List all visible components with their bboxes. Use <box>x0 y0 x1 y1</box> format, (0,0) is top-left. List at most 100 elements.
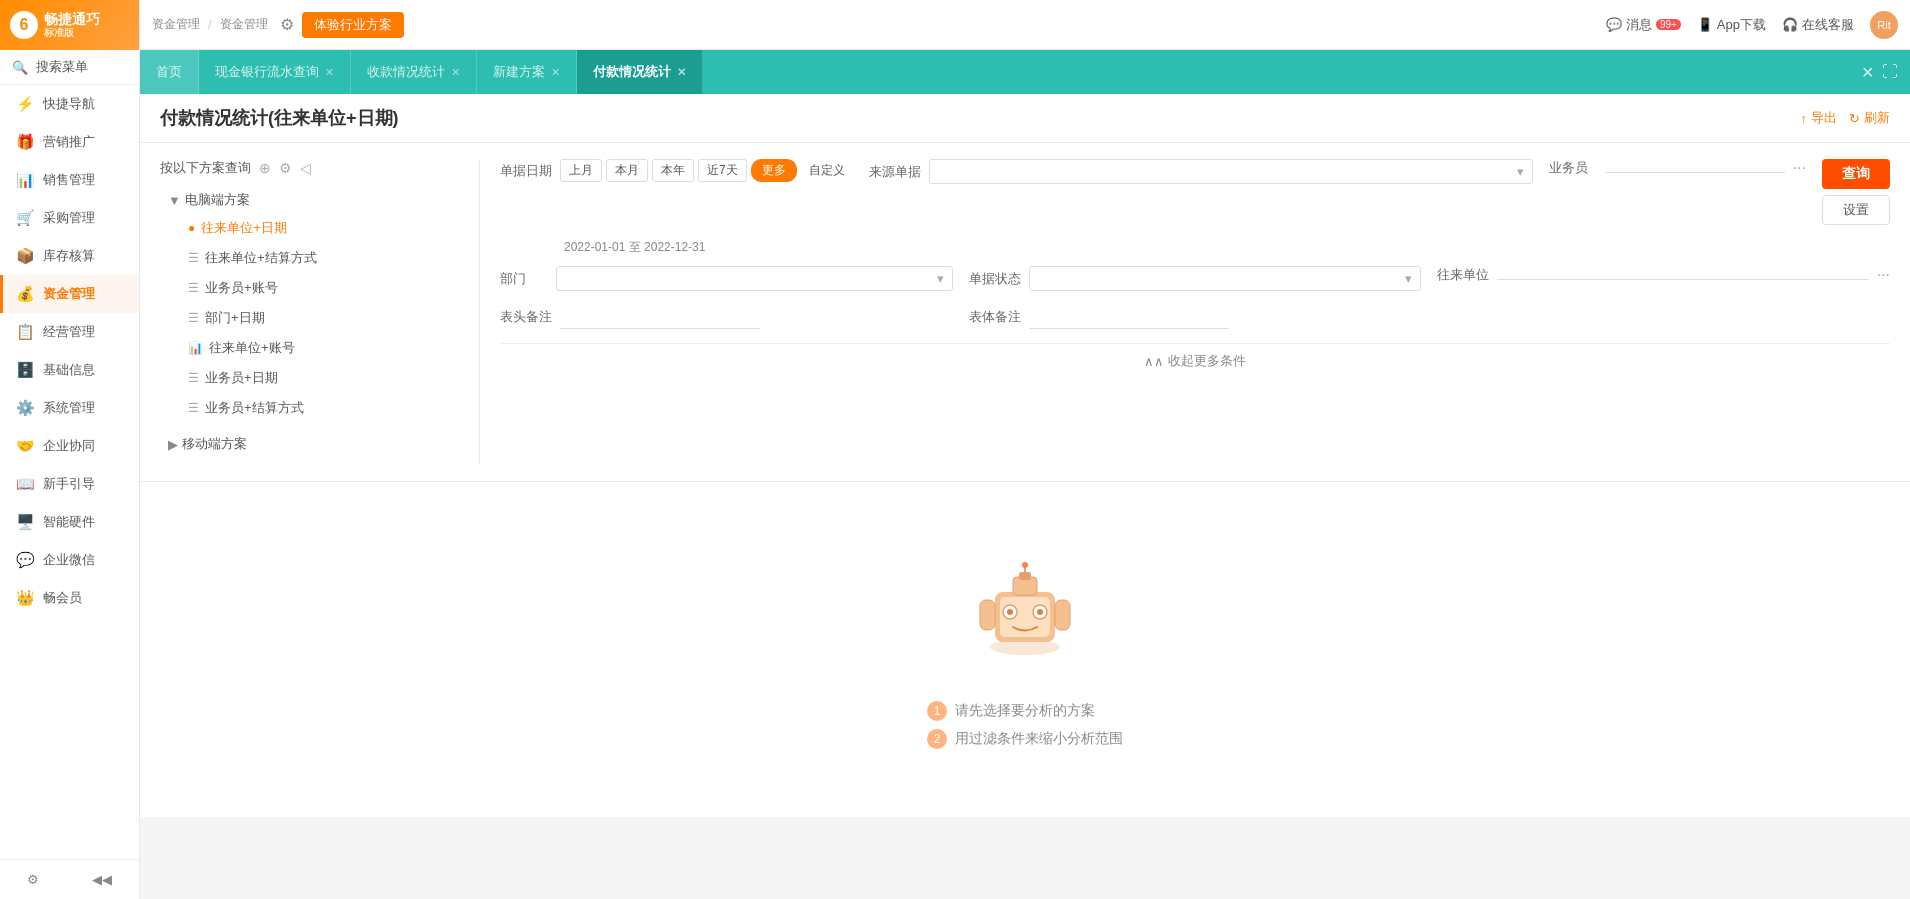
tab-receipt-stat[interactable]: 收款情况统计 ✕ <box>351 50 477 94</box>
table-header-note-input[interactable] <box>560 305 760 329</box>
sidebar-item-member[interactable]: 👑 畅会员 <box>0 579 139 617</box>
service-btn[interactable]: 🎧 在线客服 <box>1782 16 1854 34</box>
dept-field: 部门 ▾ <box>500 266 953 291</box>
scheme-label: 往来单位+日期 <box>201 219 287 237</box>
tab-receipt-stat-close[interactable]: ✕ <box>451 66 460 79</box>
scheme-chart-icon: 📊 <box>188 341 203 355</box>
collapse-more-btn[interactable]: ∧∧ 收起更多条件 <box>500 343 1890 378</box>
page-header: 付款情况统计(往来单位+日期) ↑ 导出 ↻ 刷新 <box>140 94 1910 143</box>
sidebar-collapse-btn[interactable]: ◀◀ <box>84 868 120 891</box>
filter-fields: 单据日期 上月 本月 本年 近7天 更多 自定义 来源单据 <box>480 159 1890 465</box>
tab-payment-stat[interactable]: 付款情况统计 ✕ <box>577 50 703 94</box>
scheme-item-staff-settle[interactable]: ☰ 业务员+结算方式 <box>160 393 463 423</box>
scheme-icon: ☰ <box>188 401 199 415</box>
sidebar-item-guide[interactable]: 📖 新手引导 <box>0 465 139 503</box>
source-doc-select[interactable]: ▾ <box>929 159 1533 184</box>
hint-item-1: 1 请先选择要分析的方案 <box>927 701 1123 721</box>
tab-new-scheme[interactable]: 新建方案 ✕ <box>477 50 577 94</box>
tab-bank-flow-close[interactable]: ✕ <box>325 66 334 79</box>
doc-status-select[interactable]: ▾ <box>1029 266 1422 291</box>
refresh-btn[interactable]: ↻ 刷新 <box>1849 109 1890 127</box>
date-buttons: 上月 本月 本年 近7天 更多 自定义 <box>560 159 853 182</box>
scheme-item-staff-date[interactable]: ☰ 业务员+日期 <box>160 363 463 393</box>
sidebar-item-hardware[interactable]: 🖥️ 智能硬件 <box>0 503 139 541</box>
desktop-group-arrow: ▼ <box>168 193 181 208</box>
staff-field: 业务员 ··· <box>1549 159 1806 177</box>
query-btn[interactable]: 查询 <box>1822 159 1890 189</box>
svg-rect-12 <box>1055 600 1070 630</box>
topbar-gear-icon[interactable]: ⚙ <box>280 15 294 34</box>
sidebar-item-purchase[interactable]: 🛒 采购管理 <box>0 199 139 237</box>
table-body-note-input[interactable] <box>1029 305 1229 329</box>
message-btn[interactable]: 💬 消息 99+ <box>1606 16 1681 34</box>
more-dates-btn[interactable]: 更多 <box>751 159 797 182</box>
dept-select-arrow: ▾ <box>937 271 944 286</box>
sidebar-item-system[interactable]: ⚙️ 系统管理 <box>0 389 139 427</box>
this-month-btn[interactable]: 本月 <box>606 159 648 182</box>
scheme-item-unit-account[interactable]: 📊 往来单位+账号 <box>160 333 463 363</box>
app-download-btn[interactable]: 📱 App下载 <box>1697 16 1766 34</box>
footer-settings-btn[interactable]: ⚙ <box>19 868 47 891</box>
scheme-label: 业务员+结算方式 <box>205 399 304 417</box>
quick-nav-icon: ⚡ <box>15 95 35 113</box>
sidebar-item-marketing[interactable]: 🎁 营销推广 <box>0 123 139 161</box>
scheme-label: 往来单位+账号 <box>209 339 295 357</box>
sidebar-item-label: 智能硬件 <box>43 513 95 531</box>
staff-dots[interactable]: ··· <box>1793 159 1806 177</box>
sidebar-item-label: 营销推广 <box>43 133 95 151</box>
empty-svg-icon <box>965 542 1085 662</box>
sidebar-item-label: 系统管理 <box>43 399 95 417</box>
scheme-item-dept-date[interactable]: ☰ 部门+日期 <box>160 303 463 333</box>
doc-status-label: 单据状态 <box>969 270 1021 288</box>
mobile-group-title[interactable]: ▶ 移动端方案 <box>160 431 463 457</box>
mobile-scheme-group: ▶ 移动端方案 <box>160 431 463 457</box>
filter-row-1: 单据日期 上月 本月 本年 近7天 更多 自定义 来源单据 <box>500 159 1890 225</box>
date-range-display: 2022-01-01 至 2022-12-31 <box>564 239 1890 256</box>
cooperation-icon: 🤝 <box>15 437 35 455</box>
close-all-tabs-btn[interactable]: ✕ <box>1861 63 1874 82</box>
message-icon: 💬 <box>1606 17 1622 32</box>
last-month-btn[interactable]: 上月 <box>560 159 602 182</box>
filter-row-2: 部门 ▾ 单据状态 ▾ <box>500 266 1890 291</box>
breadcrumb-sub: 资金管理 <box>220 16 268 33</box>
expand-tab-btn[interactable]: ⛶ <box>1882 63 1898 81</box>
sidebar-item-wechat[interactable]: 💬 企业微信 <box>0 541 139 579</box>
operation-icon: 📋 <box>15 323 35 341</box>
collapse-label: 收起更多条件 <box>1168 352 1246 370</box>
service-label: 在线客服 <box>1802 16 1854 34</box>
sidebar-item-cooperation[interactable]: 🤝 企业协同 <box>0 427 139 465</box>
trial-btn[interactable]: 体验行业方案 <box>302 12 404 38</box>
sidebar-item-basic[interactable]: 🗄️ 基础信息 <box>0 351 139 389</box>
sidebar-item-inventory[interactable]: 📦 库存核算 <box>0 237 139 275</box>
sidebar-item-operation[interactable]: 📋 经营管理 <box>0 313 139 351</box>
scheme-item-unit-date[interactable]: ● 往来单位+日期 <box>160 213 463 243</box>
filter-settings-btn[interactable]: 设置 <box>1822 195 1890 225</box>
user-avatar[interactable]: Rit <box>1870 11 1898 39</box>
scheme-item-unit-settle[interactable]: ☰ 往来单位+结算方式 <box>160 243 463 273</box>
tab-bank-flow[interactable]: 现金银行流水查询 ✕ <box>199 50 351 94</box>
dept-select[interactable]: ▾ <box>556 266 953 291</box>
sidebar-item-finance[interactable]: 💰 资金管理 <box>0 275 139 313</box>
sidebar-footer: ⚙ ◀◀ <box>0 859 139 899</box>
this-year-btn[interactable]: 本年 <box>652 159 694 182</box>
scheme-icon: ☰ <box>188 281 199 295</box>
page-header-actions: ↑ 导出 ↻ 刷新 <box>1801 109 1891 127</box>
desktop-group-title[interactable]: ▼ 电脑端方案 <box>160 187 463 213</box>
tab-new-scheme-close[interactable]: ✕ <box>551 66 560 79</box>
scheme-settings-btn[interactable]: ⚙ <box>279 160 292 176</box>
tab-home[interactable]: 首页 <box>140 50 199 94</box>
sidebar-item-label: 经营管理 <box>43 323 95 341</box>
sidebar-item-quick-nav[interactable]: ⚡ 快捷导航 <box>0 85 139 123</box>
collapse-scheme-btn[interactable]: ◁ <box>300 160 311 176</box>
scheme-item-staff-account[interactable]: ☰ 业务员+账号 <box>160 273 463 303</box>
tab-payment-stat-close[interactable]: ✕ <box>677 66 686 79</box>
add-scheme-btn[interactable]: ⊕ <box>259 160 271 176</box>
partner-dots[interactable]: ··· <box>1877 266 1890 284</box>
member-icon: 👑 <box>15 589 35 607</box>
last-7-days-btn[interactable]: 近7天 <box>698 159 747 182</box>
search-menu[interactable]: 🔍 搜索菜单 <box>0 50 139 85</box>
table-body-note-field: 表体备注 <box>969 305 1422 329</box>
sidebar-item-label: 资金管理 <box>43 285 95 303</box>
sidebar-item-sales[interactable]: 📊 销售管理 <box>0 161 139 199</box>
export-btn[interactable]: ↑ 导出 <box>1801 109 1838 127</box>
